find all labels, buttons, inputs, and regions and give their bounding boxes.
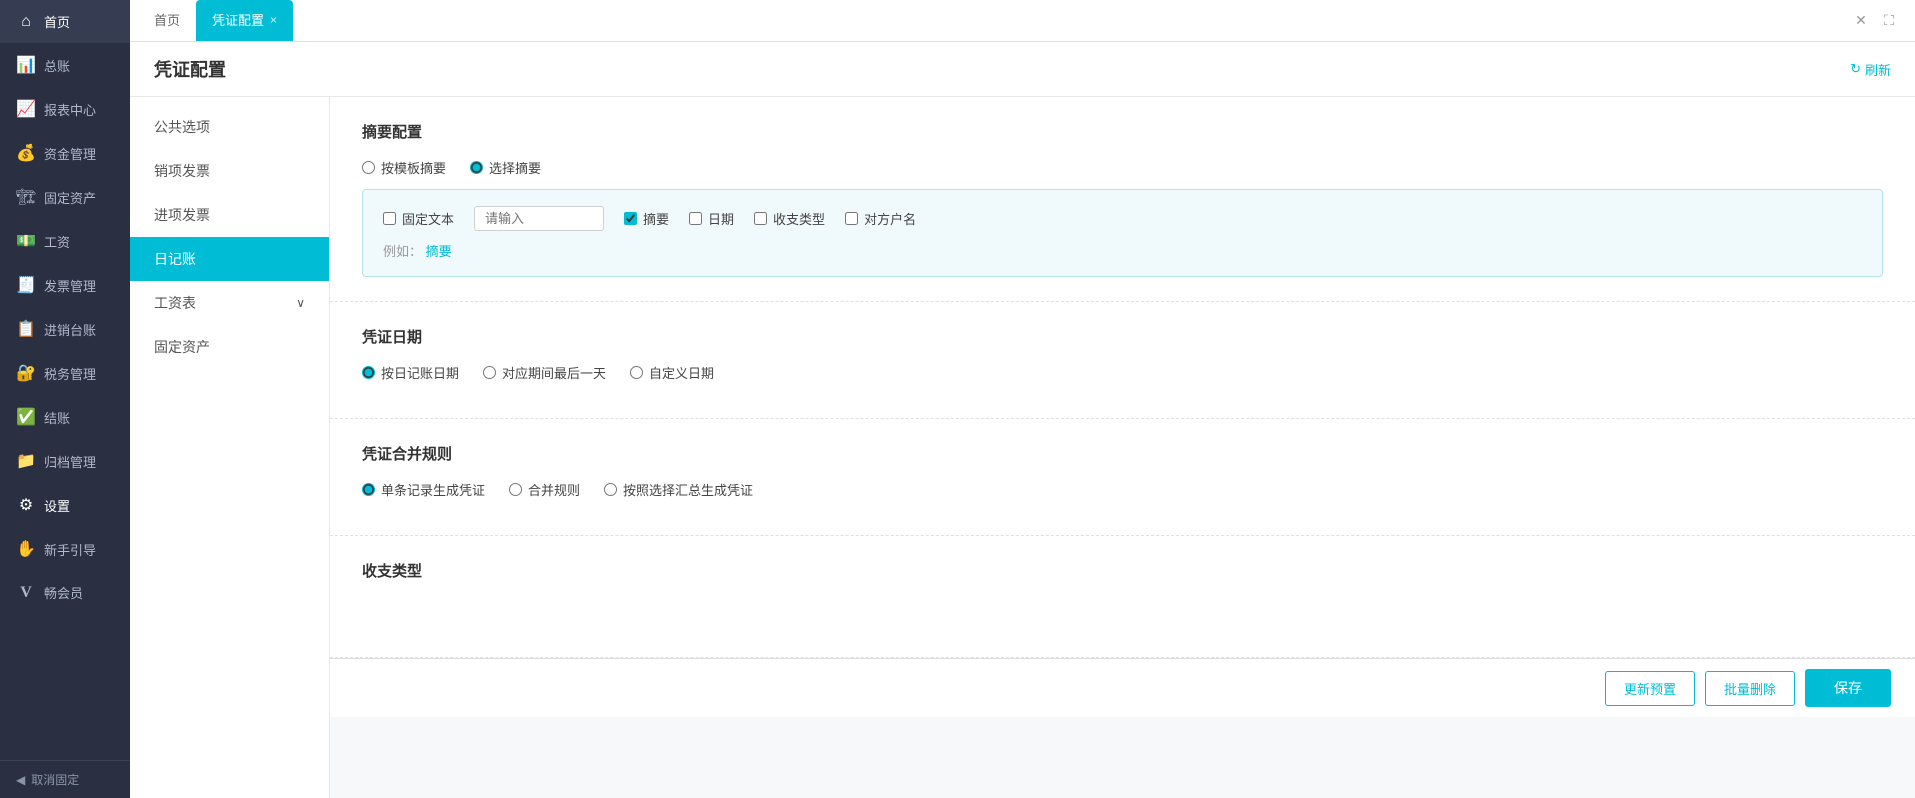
report-icon: 📈 (16, 99, 36, 119)
section-summary: 摘要配置 按模板摘要 选择摘要 固定文本 (330, 97, 1915, 302)
content-layout: 公共选项 销项发票 进项发票 日记账 工资表 ∨ 固定资产 摘要配置 (130, 97, 1915, 798)
sidebar-item-home[interactable]: ⌂ 首页 (0, 0, 130, 43)
option-single[interactable]: 单条记录生成凭证 (362, 480, 485, 499)
option-fixed-text[interactable]: 固定文本 (383, 209, 454, 228)
sidebar-item-archive[interactable]: 📁 归档管理 (0, 439, 130, 483)
update-preview-button[interactable]: 更新预置 (1605, 671, 1695, 706)
radio-merge[interactable] (509, 483, 522, 496)
sales-icon: 📋 (16, 319, 36, 339)
option-custom-date[interactable]: 自定义日期 (630, 363, 714, 382)
tab-voucher-config[interactable]: 凭证配置 × (196, 0, 293, 41)
sidebar-item-vip[interactable]: V 畅会员 (0, 571, 130, 614)
checkbox-abstract[interactable] (624, 212, 637, 225)
radio-single[interactable] (362, 483, 375, 496)
option-last-day[interactable]: 对应期间最后一天 (483, 363, 606, 382)
chevron-down-icon: ∨ (296, 296, 305, 310)
pin-icon: ◀ (16, 773, 25, 787)
sidebar-item-payroll[interactable]: 💵 工资 (0, 219, 130, 263)
asset-icon: 🏗 (16, 187, 36, 207)
option-summary-generate[interactable]: 按照选择汇总生成凭证 (604, 480, 753, 499)
option-select-summary[interactable]: 选择摘要 (470, 158, 541, 177)
sidebar-item-report[interactable]: 📈 报表中心 (0, 87, 130, 131)
voucher-date-title: 凭证日期 (362, 326, 1883, 347)
nav-item-sales-invoice[interactable]: 销项发票 (130, 149, 329, 193)
merge-rule-options: 单条记录生成凭证 合并规则 按照选择汇总生成凭证 (362, 480, 1883, 499)
checkbox-income-type[interactable] (754, 212, 767, 225)
section-voucher-date: 凭证日期 按日记账日期 对应期间最后一天 自定义日期 (330, 302, 1915, 419)
summary-title: 摘要配置 (362, 121, 1883, 142)
summary-checkbox-row: 固定文本 摘要 日期 收支类型 (383, 206, 1862, 231)
tab-home[interactable]: 首页 (138, 0, 196, 41)
radio-custom-date[interactable] (630, 366, 643, 379)
sidebar-item-tax[interactable]: 🔐 税务管理 (0, 351, 130, 395)
sidebar-item-ledger[interactable]: 📊 总账 (0, 43, 130, 87)
sidebar-item-invoice[interactable]: 🧾 发票管理 (0, 263, 130, 307)
checkbox-fixed-text[interactable] (383, 212, 396, 225)
left-nav: 公共选项 销项发票 进项发票 日记账 工资表 ∨ 固定资产 (130, 97, 330, 798)
right-content: 摘要配置 按模板摘要 选择摘要 固定文本 (330, 97, 1915, 798)
summary-mode-row: 按模板摘要 选择摘要 (362, 158, 1883, 177)
nav-item-public[interactable]: 公共选项 (130, 105, 329, 149)
settings-icon: ⚙ (16, 495, 36, 515)
page-title: 凭证配置 (154, 56, 226, 82)
home-icon: ⌂ (16, 13, 36, 31)
option-merge[interactable]: 合并规则 (509, 480, 580, 499)
refresh-button[interactable]: ↻ 刷新 (1850, 60, 1891, 79)
option-date[interactable]: 日期 (689, 209, 734, 228)
settle-icon: ✅ (16, 407, 36, 427)
sidebar: ⌂ 首页 📊 总账 📈 报表中心 💰 资金管理 🏗 固定资产 💵 工资 🧾 发票… (0, 0, 130, 798)
guide-icon: ✋ (16, 539, 36, 559)
radio-summary-generate[interactable] (604, 483, 617, 496)
summary-box: 固定文本 摘要 日期 收支类型 (362, 189, 1883, 277)
invoice-icon: 🧾 (16, 275, 36, 295)
payroll-icon: 💵 (16, 231, 36, 251)
nav-item-journal[interactable]: 日记账 (130, 237, 329, 281)
tax-icon: 🔐 (16, 363, 36, 383)
vip-icon: V (16, 584, 36, 602)
fixed-text-input[interactable] (474, 206, 604, 231)
tab-close-icon[interactable]: × (270, 13, 277, 27)
fund-icon: 💰 (16, 143, 36, 163)
sidebar-item-settings[interactable]: ⚙ 设置 (0, 483, 130, 527)
sidebar-item-fund[interactable]: 💰 资金管理 (0, 131, 130, 175)
nav-item-payroll-table[interactable]: 工资表 ∨ (130, 281, 329, 325)
close-button[interactable]: ✕ (1851, 11, 1871, 31)
checkbox-date[interactable] (689, 212, 702, 225)
nav-item-fixed-asset[interactable]: 固定资产 (130, 325, 329, 369)
section-merge-rule: 凭证合并规则 单条记录生成凭证 合并规则 按照选择汇总生成凭证 (330, 419, 1915, 536)
sidebar-item-settle[interactable]: ✅ 结账 (0, 395, 130, 439)
radio-last-day[interactable] (483, 366, 496, 379)
save-button[interactable]: 保存 (1805, 669, 1891, 707)
summary-example: 例如： 摘要 (383, 241, 1862, 260)
option-abstract[interactable]: 摘要 (624, 209, 669, 228)
merge-rule-title: 凭证合并规则 (362, 443, 1883, 464)
action-bar: 更新预置 批量删除 保存 (330, 658, 1915, 717)
radio-select-summary[interactable] (470, 161, 483, 174)
sidebar-item-asset[interactable]: 🏗 固定资产 (0, 175, 130, 219)
unpin-button[interactable]: ◀ 取消固定 (0, 760, 130, 798)
refresh-icon: ↻ (1850, 61, 1861, 77)
voucher-date-options: 按日记账日期 对应期间最后一天 自定义日期 (362, 363, 1883, 382)
radio-template-summary[interactable] (362, 161, 375, 174)
expand-button[interactable]: ⛶ (1879, 11, 1899, 31)
ledger-icon: 📊 (16, 55, 36, 75)
sidebar-item-guide[interactable]: ✋ 新手引导 (0, 527, 130, 571)
window-controls: ✕ ⛶ (1851, 11, 1907, 31)
option-counterparty[interactable]: 对方户名 (845, 209, 916, 228)
income-type-title: 收支类型 (362, 560, 1883, 581)
option-template-summary[interactable]: 按模板摘要 (362, 158, 446, 177)
checkbox-counterparty[interactable] (845, 212, 858, 225)
section-income-type: 收支类型 (330, 536, 1915, 658)
option-journal-date[interactable]: 按日记账日期 (362, 363, 459, 382)
sidebar-item-sales[interactable]: 📋 进销台账 (0, 307, 130, 351)
batch-delete-button[interactable]: 批量删除 (1705, 671, 1795, 706)
nav-item-purchase-invoice[interactable]: 进项发票 (130, 193, 329, 237)
option-income-type[interactable]: 收支类型 (754, 209, 825, 228)
archive-icon: 📁 (16, 451, 36, 471)
radio-journal-date[interactable] (362, 366, 375, 379)
tab-bar: 首页 凭证配置 × ✕ ⛶ (130, 0, 1915, 42)
main-area: 首页 凭证配置 × ✕ ⛶ 凭证配置 ↻ 刷新 公共选项 销项发票 进项 (130, 0, 1915, 798)
page-header: 凭证配置 ↻ 刷新 (130, 42, 1915, 97)
